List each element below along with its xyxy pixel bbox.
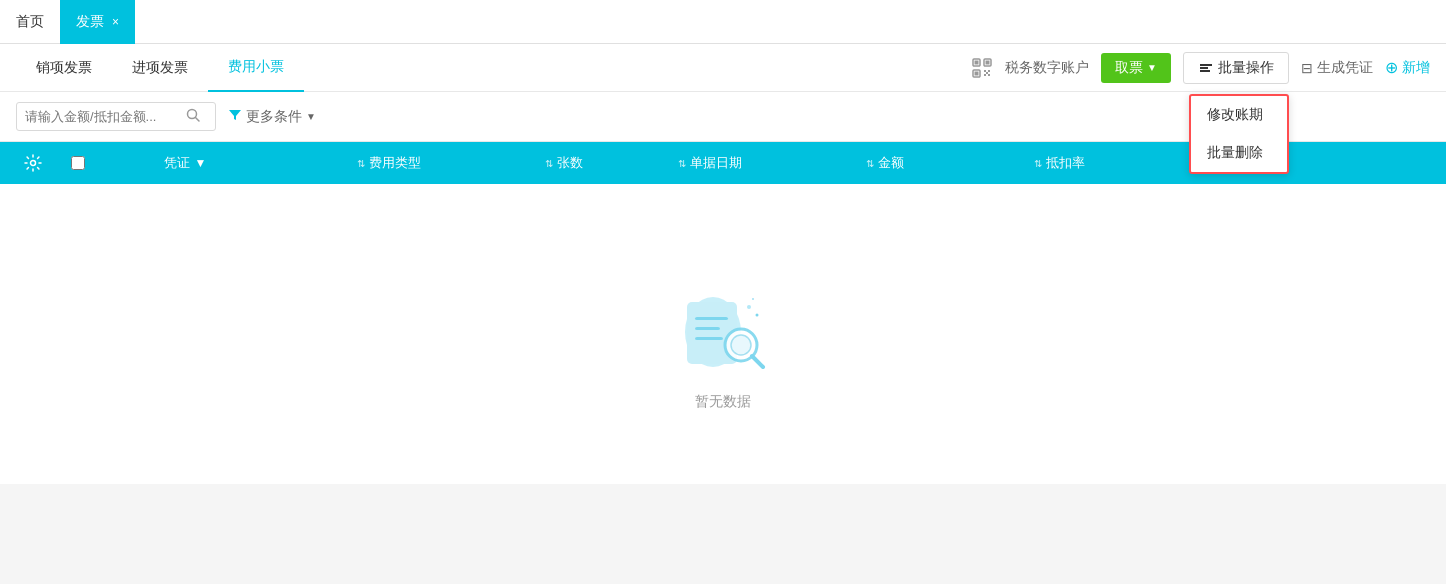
svg-rect-20: [695, 317, 728, 320]
chevron-down-icon: ▼: [306, 111, 316, 122]
th-type: ⇅ 费用类型: [273, 154, 506, 172]
svg-rect-8: [984, 74, 986, 76]
svg-point-27: [756, 314, 759, 317]
empty-illustration: [673, 277, 773, 377]
svg-line-25: [752, 356, 763, 367]
sub-nav: 销项发票 进项发票 费用小票 税务数: [0, 44, 1446, 92]
svg-point-16: [31, 161, 36, 166]
th-checkbox[interactable]: [58, 156, 98, 170]
svg-line-15: [196, 118, 200, 122]
filter-icon: [228, 108, 242, 125]
svg-rect-21: [695, 327, 720, 330]
dropdown-item-batch-delete[interactable]: 批量删除: [1191, 134, 1287, 172]
svg-rect-11: [1200, 64, 1212, 66]
svg-rect-3: [986, 60, 990, 64]
generate-voucher-button[interactable]: ⊟ 生成凭证: [1301, 59, 1373, 77]
search-input[interactable]: [25, 109, 185, 124]
nav-home[interactable]: 首页: [16, 13, 60, 31]
batch-dropdown-menu: 修改账期 批量删除: [1189, 94, 1289, 174]
qupiao-label: 取票: [1115, 59, 1143, 77]
nav-tab-label: 发票: [76, 13, 104, 31]
chevron-down-icon: ▼: [1147, 62, 1157, 73]
filter-icon-voucher[interactable]: ▼: [194, 156, 206, 170]
th-date: ⇅ 单据日期: [622, 154, 797, 172]
close-icon[interactable]: ×: [112, 15, 119, 29]
svg-rect-9: [988, 74, 990, 76]
tab-incoming[interactable]: 进项发票: [112, 44, 208, 92]
sort-icon-rate: ⇅: [1034, 158, 1042, 169]
th-rate: ⇅ 抵扣率: [972, 154, 1147, 172]
add-button[interactable]: ⊕ 新增: [1385, 58, 1430, 77]
svg-rect-13: [1200, 70, 1210, 72]
svg-rect-5: [975, 71, 979, 75]
search-wrap: [16, 102, 216, 131]
batch-button[interactable]: 批量操作: [1183, 52, 1289, 84]
sub-nav-left: 销项发票 进项发票 费用小票: [16, 44, 304, 92]
tax-account-button[interactable]: 税务数字账户: [1005, 59, 1089, 77]
sub-nav-right: 税务数字账户 取票 ▼ 批量操作 修改账期 批量删除: [971, 52, 1430, 84]
tab-sales[interactable]: 销项发票: [16, 44, 112, 92]
svg-rect-22: [695, 337, 723, 340]
svg-rect-7: [988, 70, 990, 72]
svg-rect-1: [975, 60, 979, 64]
sort-icon-date: ⇅: [678, 158, 686, 169]
nav-tab-invoice[interactable]: 发票 ×: [60, 0, 135, 44]
th-voucher: 凭证 ▼: [98, 154, 273, 172]
qupiao-button[interactable]: 取票 ▼: [1101, 53, 1171, 83]
sort-icon-count: ⇅: [545, 158, 553, 169]
search-icon[interactable]: [185, 107, 201, 126]
qr-icon: [971, 57, 993, 79]
more-conditions-button[interactable]: 更多条件 ▼: [228, 108, 316, 126]
tab-expense[interactable]: 费用小票: [208, 44, 304, 92]
voucher-icon: ⊟: [1301, 60, 1313, 76]
qr-button[interactable]: [971, 57, 993, 79]
empty-text: 暂无数据: [695, 393, 751, 411]
batch-icon: [1198, 60, 1214, 76]
svg-rect-6: [984, 70, 986, 72]
dropdown-item-modify-period[interactable]: 修改账期: [1191, 96, 1287, 134]
th-amount: ⇅ 金额: [797, 154, 972, 172]
batch-wrapper: 批量操作 修改账期 批量删除: [1183, 52, 1289, 84]
svg-rect-10: [986, 72, 988, 74]
svg-rect-12: [1200, 67, 1208, 69]
add-icon: ⊕: [1385, 58, 1398, 77]
sort-icon-amount: ⇅: [866, 158, 874, 169]
svg-point-28: [752, 298, 754, 300]
select-all-checkbox[interactable]: [71, 156, 85, 170]
th-count: ⇅ 张数: [506, 154, 623, 172]
gear-icon: [24, 154, 42, 172]
svg-point-24: [731, 335, 751, 355]
th-gear[interactable]: [8, 154, 58, 172]
sort-icon-up: ⇅: [357, 158, 365, 169]
empty-state: 暂无数据: [0, 184, 1446, 484]
svg-point-26: [747, 305, 751, 309]
top-nav: 首页 发票 ×: [0, 0, 1446, 44]
